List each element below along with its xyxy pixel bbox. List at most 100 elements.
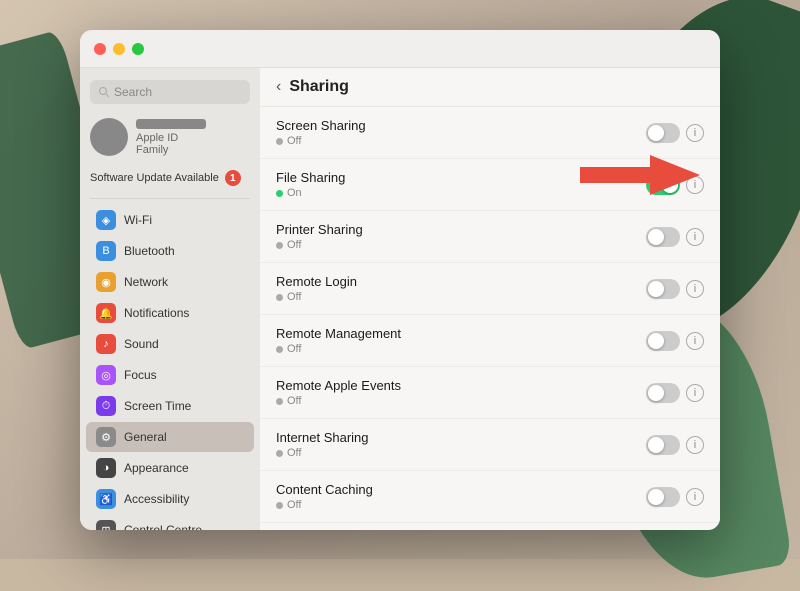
status-dot-screen-sharing xyxy=(276,138,283,145)
sharing-row-internet-sharing: Internet SharingOff i xyxy=(260,419,720,471)
info-btn-content-caching[interactable]: i xyxy=(686,488,704,506)
status-dot-remote-login xyxy=(276,294,283,301)
toggle-screen-sharing[interactable] xyxy=(646,123,680,143)
info-btn-remote-apple-events[interactable]: i xyxy=(686,384,704,402)
titlebar xyxy=(80,30,720,68)
toggle-knob-internet-sharing xyxy=(648,437,664,453)
panel-title: Sharing xyxy=(289,78,349,96)
panel-header: ‹ Sharing xyxy=(260,68,720,107)
sidebar-item-network-label: Network xyxy=(124,275,168,289)
sidebar-item-appearance[interactable]: ◑Appearance xyxy=(86,453,254,483)
sharing-row-screen-sharing: Screen Sharing Off i xyxy=(260,107,720,159)
wifi-icon: ◈ xyxy=(96,210,116,230)
toggle-remote-management[interactable] xyxy=(646,331,680,351)
maximize-button[interactable] xyxy=(132,43,144,55)
toggle-knob-printer-sharing xyxy=(648,229,664,245)
appearance-icon: ◑ xyxy=(96,458,116,478)
toggle-internet-sharing[interactable] xyxy=(646,435,680,455)
toggle-printer-sharing[interactable] xyxy=(646,227,680,247)
toggle-knob-screen-sharing xyxy=(648,125,664,141)
info-btn-remote-login[interactable]: i xyxy=(686,280,704,298)
search-placeholder: Search xyxy=(114,85,152,99)
apple-id-label: Apple ID xyxy=(136,132,206,144)
traffic-lights xyxy=(94,43,144,55)
sharing-row-info-remote-management: Remote ManagementOff xyxy=(276,326,646,355)
status-text-printer-sharing: Off xyxy=(287,239,301,251)
back-button[interactable]: ‹ xyxy=(276,78,281,96)
sharing-row-title-remote-login: Remote Login xyxy=(276,274,646,289)
sidebar-item-general[interactable]: ⚙ General xyxy=(86,422,254,452)
info-btn-remote-management[interactable]: i xyxy=(686,332,704,350)
status-dot-remote-management xyxy=(276,346,283,353)
screentime-icon: ⏱ xyxy=(96,396,116,416)
status-text-screen-sharing: Off xyxy=(287,135,301,147)
sidebar-item-focus[interactable]: ◎Focus xyxy=(86,360,254,390)
software-update[interactable]: Software Update Available 1 xyxy=(80,166,260,190)
status-text-remote-apple-events: Off xyxy=(287,395,301,407)
sharing-row-status-printer-sharing: Off xyxy=(276,239,646,251)
user-section[interactable]: Apple ID Family xyxy=(80,112,260,162)
sidebar-item-accessibility[interactable]: ♿Accessibility xyxy=(86,484,254,514)
sharing-row-info-remote-login: Remote Login Off xyxy=(276,274,646,303)
status-text-content-caching: Off xyxy=(287,499,301,511)
sharing-row-info-internet-sharing: Internet SharingOff xyxy=(276,430,646,459)
general-icon: ⚙ xyxy=(96,427,116,447)
status-text-file-sharing: On xyxy=(287,187,302,199)
sharing-row-content-caching: Content Caching Off i xyxy=(260,471,720,523)
toggle-remote-login[interactable] xyxy=(646,279,680,299)
sharing-row-controls-remote-management: i xyxy=(646,331,704,351)
sharing-row-info-screen-sharing: Screen Sharing Off xyxy=(276,118,646,147)
sharing-row-title-content-caching: Content Caching xyxy=(276,482,646,497)
sharing-row-info-remote-apple-events: Remote Apple EventsOff xyxy=(276,378,646,407)
sidebar-item-general-label: General xyxy=(124,430,167,444)
toggle-content-caching[interactable] xyxy=(646,487,680,507)
update-badge: 1 xyxy=(225,170,241,186)
sharing-row-remote-login: Remote Login Off i xyxy=(260,263,720,315)
sharing-row-status-remote-management: Off xyxy=(276,343,646,355)
sharing-row-printer-sharing: Printer Sharing Off i xyxy=(260,211,720,263)
main-panel: ‹ Sharing Screen SharingOffiFile Sharing… xyxy=(260,68,720,530)
sidebar-item-wifi-label: Wi-Fi xyxy=(124,213,152,227)
sharing-row-title-printer-sharing: Printer Sharing xyxy=(276,222,646,237)
sidebar-item-accessibility-label: Accessibility xyxy=(124,492,189,506)
sidebar-item-screentime-label: Screen Time xyxy=(124,399,191,413)
sharing-row-controls-content-caching: i xyxy=(646,487,704,507)
system-preferences-window: Search Apple ID Family Software Update A… xyxy=(80,30,720,530)
sharing-row-status-screen-sharing: Off xyxy=(276,135,646,147)
sharing-row-controls-screen-sharing: i xyxy=(646,123,704,143)
status-text-internet-sharing: Off xyxy=(287,447,301,459)
status-dot-internet-sharing xyxy=(276,450,283,457)
sharing-row-remote-management: Remote ManagementOff i xyxy=(260,315,720,367)
sharing-row-title-screen-sharing: Screen Sharing xyxy=(276,118,646,133)
sidebar-item-bluetooth-label: Bluetooth xyxy=(124,244,175,258)
status-dot-remote-apple-events xyxy=(276,398,283,405)
toggle-knob-content-caching xyxy=(648,489,664,505)
info-btn-internet-sharing[interactable]: i xyxy=(686,436,704,454)
info-btn-screen-sharing[interactable]: i xyxy=(686,124,704,142)
bluetooth-icon: B xyxy=(96,241,116,261)
info-btn-printer-sharing[interactable]: i xyxy=(686,228,704,246)
sidebar-item-screentime[interactable]: ⏱ Screen Time xyxy=(86,391,254,421)
status-text-remote-login: Off xyxy=(287,291,301,303)
toggle-knob-remote-apple-events xyxy=(648,385,664,401)
avatar xyxy=(90,118,128,156)
toggle-knob-remote-login xyxy=(648,281,664,297)
sidebar-item-network[interactable]: ◉Network xyxy=(86,267,254,297)
sidebar-item-notifications[interactable]: 🔔Notifications xyxy=(86,298,254,328)
sidebar-item-sound[interactable]: ♪Sound xyxy=(86,329,254,359)
sidebar-item-controlcentre[interactable]: ⊞Control Centre xyxy=(86,515,254,530)
toggle-remote-apple-events[interactable] xyxy=(646,383,680,403)
user-name-hidden xyxy=(136,119,206,129)
family-label: Family xyxy=(136,144,206,156)
sidebar-item-wifi[interactable]: ◈ Wi-Fi xyxy=(86,205,254,235)
sharing-row-remote-apple-events: Remote Apple EventsOff i xyxy=(260,367,720,419)
sidebar-item-bluetooth[interactable]: B Bluetooth xyxy=(86,236,254,266)
sharing-row-controls-internet-sharing: i xyxy=(646,435,704,455)
minimize-button[interactable] xyxy=(113,43,125,55)
close-button[interactable] xyxy=(94,43,106,55)
sharing-row-status-remote-apple-events: Off xyxy=(276,395,646,407)
status-dot-file-sharing xyxy=(276,190,283,197)
sharing-row-status-remote-login: Off xyxy=(276,291,646,303)
search-bar[interactable]: Search xyxy=(90,80,250,104)
sidebar-item-notifications-label: Notifications xyxy=(124,306,189,320)
